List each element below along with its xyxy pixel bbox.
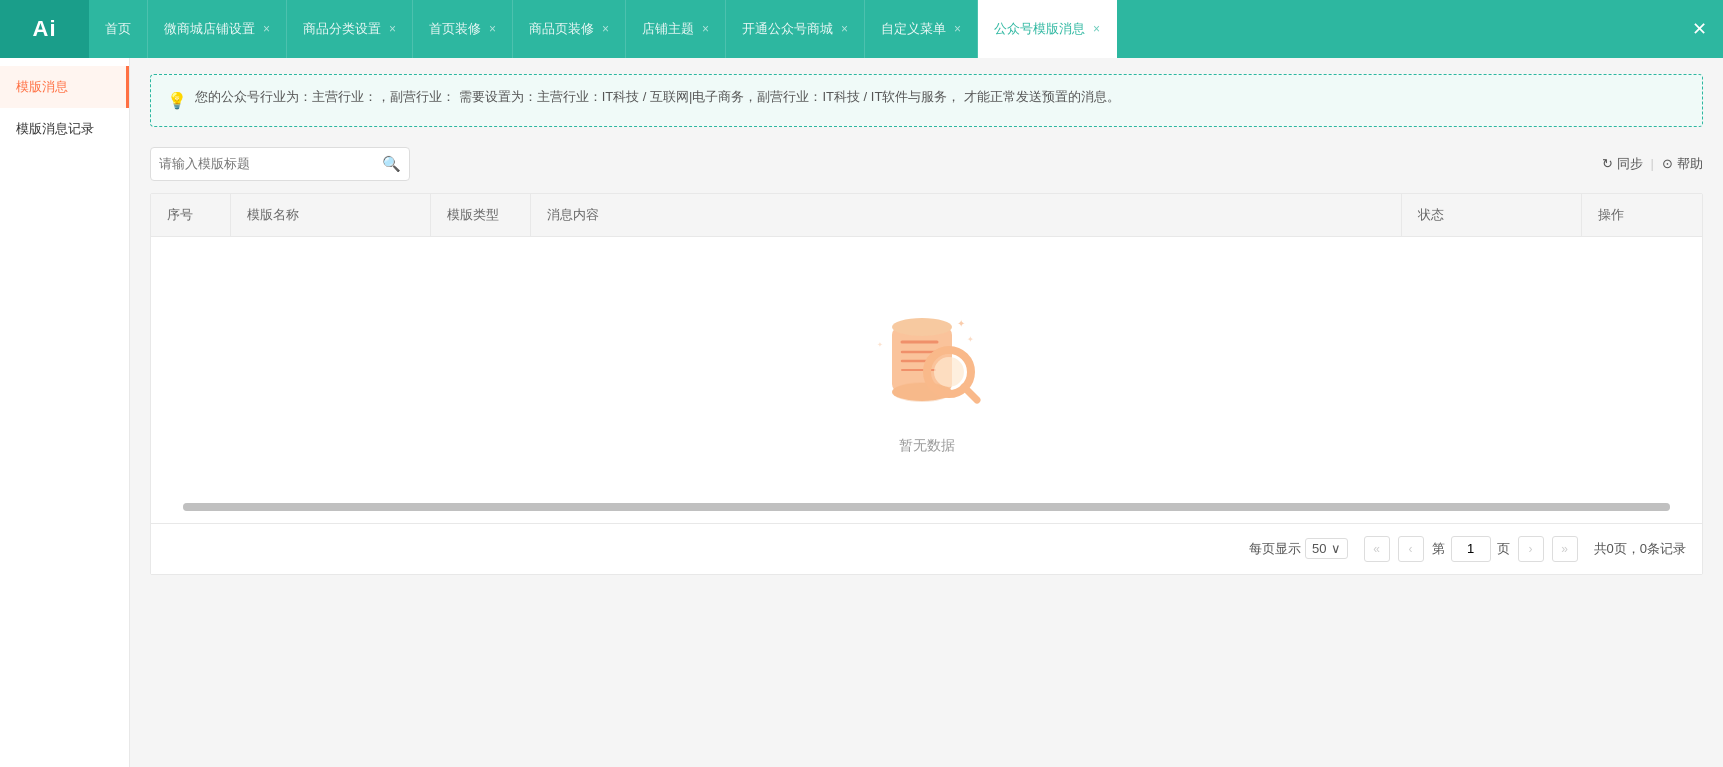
pagination: 每页显示 50 ∨ « ‹ 第 页 › (151, 523, 1702, 574)
sidebar-item-template-msg-record[interactable]: 模版消息记录 (0, 108, 129, 150)
page-size-selector[interactable]: 每页显示 50 ∨ (1249, 538, 1347, 559)
nav-tab-open-mall[interactable]: 开通公众号商城× (726, 0, 865, 58)
svg-line-10 (964, 387, 977, 400)
sidebar: 模版消息模版消息记录 (0, 58, 130, 767)
nav-tab-wshop-setting[interactable]: 微商城店铺设置× (148, 0, 287, 58)
col-num: 序号 (151, 194, 231, 236)
close-tab-icon[interactable]: × (954, 22, 961, 36)
close-tab-icon[interactable]: × (1093, 22, 1100, 36)
help-icon: ⊙ (1662, 156, 1673, 171)
close-all-button[interactable]: ✕ (1676, 18, 1723, 40)
data-table: 序号 模版名称 模版类型 消息内容 状态 操作 (150, 193, 1703, 575)
horizontal-scrollbar-thumb[interactable] (183, 503, 1670, 511)
main-layout: 模版消息模版消息记录 💡 您的公众号行业为：主营行业：，副营行业： 需要设置为：… (0, 58, 1723, 767)
svg-point-2 (892, 318, 952, 336)
first-page-button[interactable]: « (1364, 536, 1390, 562)
nav-tab-homepage-decor[interactable]: 首页装修× (413, 0, 513, 58)
last-page-button[interactable]: » (1552, 536, 1578, 562)
content-area: 💡 您的公众号行业为：主营行业：，副营行业： 需要设置为：主营行业：IT科技 /… (130, 58, 1723, 767)
lightbulb-icon: 💡 (167, 88, 187, 114)
svg-text:✦: ✦ (967, 335, 974, 344)
sync-icon: ↻ (1602, 156, 1613, 171)
col-action: 操作 (1582, 194, 1702, 236)
svg-text:✦: ✦ (877, 341, 883, 348)
nav-tab-shop-theme[interactable]: 店铺主题× (626, 0, 726, 58)
prev-page-button[interactable]: ‹ (1398, 536, 1424, 562)
nav-tabs-container: 首页微商城店铺设置×商品分类设置×首页装修×商品页装修×店铺主题×开通公众号商城… (89, 0, 1676, 58)
current-page-input[interactable] (1451, 536, 1491, 562)
search-input[interactable] (159, 156, 382, 171)
search-icon[interactable]: 🔍 (382, 155, 401, 173)
col-name: 模版名称 (231, 194, 431, 236)
notice-text: 您的公众号行业为：主营行业：，副营行业： 需要设置为：主营行业：IT科技 / 互… (195, 87, 1120, 108)
sync-button[interactable]: ↻ 同步 (1602, 155, 1643, 173)
search-bar: 🔍 ↻ 同步 | ⊙ 帮助 (150, 147, 1703, 181)
close-tab-icon[interactable]: × (841, 22, 848, 36)
table-header: 序号 模版名称 模版类型 消息内容 状态 操作 (151, 194, 1702, 237)
next-page-button[interactable]: › (1518, 536, 1544, 562)
help-button[interactable]: ⊙ 帮助 (1662, 155, 1703, 173)
page-size-dropdown[interactable]: 50 ∨ (1305, 538, 1347, 559)
col-status: 状态 (1402, 194, 1582, 236)
empty-text: 暂无数据 (899, 437, 955, 455)
horizontal-scrollbar-area[interactable] (151, 495, 1702, 523)
empty-illustration: ✦ ✦ ✦ (867, 297, 987, 417)
svg-text:✦: ✦ (957, 318, 965, 329)
close-tab-icon[interactable]: × (702, 22, 709, 36)
nav-tab-home[interactable]: 首页 (89, 0, 148, 58)
col-content: 消息内容 (531, 194, 1402, 236)
app-logo: Ai (0, 0, 89, 58)
close-tab-icon[interactable]: × (263, 22, 270, 36)
close-tab-icon[interactable]: × (489, 22, 496, 36)
nav-tab-category-setting[interactable]: 商品分类设置× (287, 0, 413, 58)
search-input-wrapper[interactable]: 🔍 (150, 147, 410, 181)
svg-point-9 (934, 357, 964, 387)
nav-tab-template-msg[interactable]: 公众号模版消息× (978, 0, 1117, 58)
page-input-group: 第 页 (1432, 536, 1510, 562)
empty-state: ✦ ✦ ✦ 暂无数据 (151, 237, 1702, 495)
sidebar-item-template-msg[interactable]: 模版消息 (0, 66, 129, 108)
notice-box: 💡 您的公众号行业为：主营行业：，副营行业： 需要设置为：主营行业：IT科技 /… (150, 74, 1703, 127)
nav-tab-custom-menu[interactable]: 自定义菜单× (865, 0, 978, 58)
col-type: 模版类型 (431, 194, 531, 236)
search-actions: ↻ 同步 | ⊙ 帮助 (1602, 155, 1703, 173)
nav-tab-product-decor[interactable]: 商品页装修× (513, 0, 626, 58)
close-tab-icon[interactable]: × (602, 22, 609, 36)
vertical-divider: | (1651, 156, 1654, 171)
top-navbar: Ai 首页微商城店铺设置×商品分类设置×首页装修×商品页装修×店铺主题×开通公众… (0, 0, 1723, 58)
horizontal-scrollbar-track[interactable] (183, 503, 1670, 511)
chevron-down-icon: ∨ (1331, 541, 1341, 556)
close-tab-icon[interactable]: × (389, 22, 396, 36)
total-record-text: 共0页，0条记录 (1594, 540, 1686, 558)
